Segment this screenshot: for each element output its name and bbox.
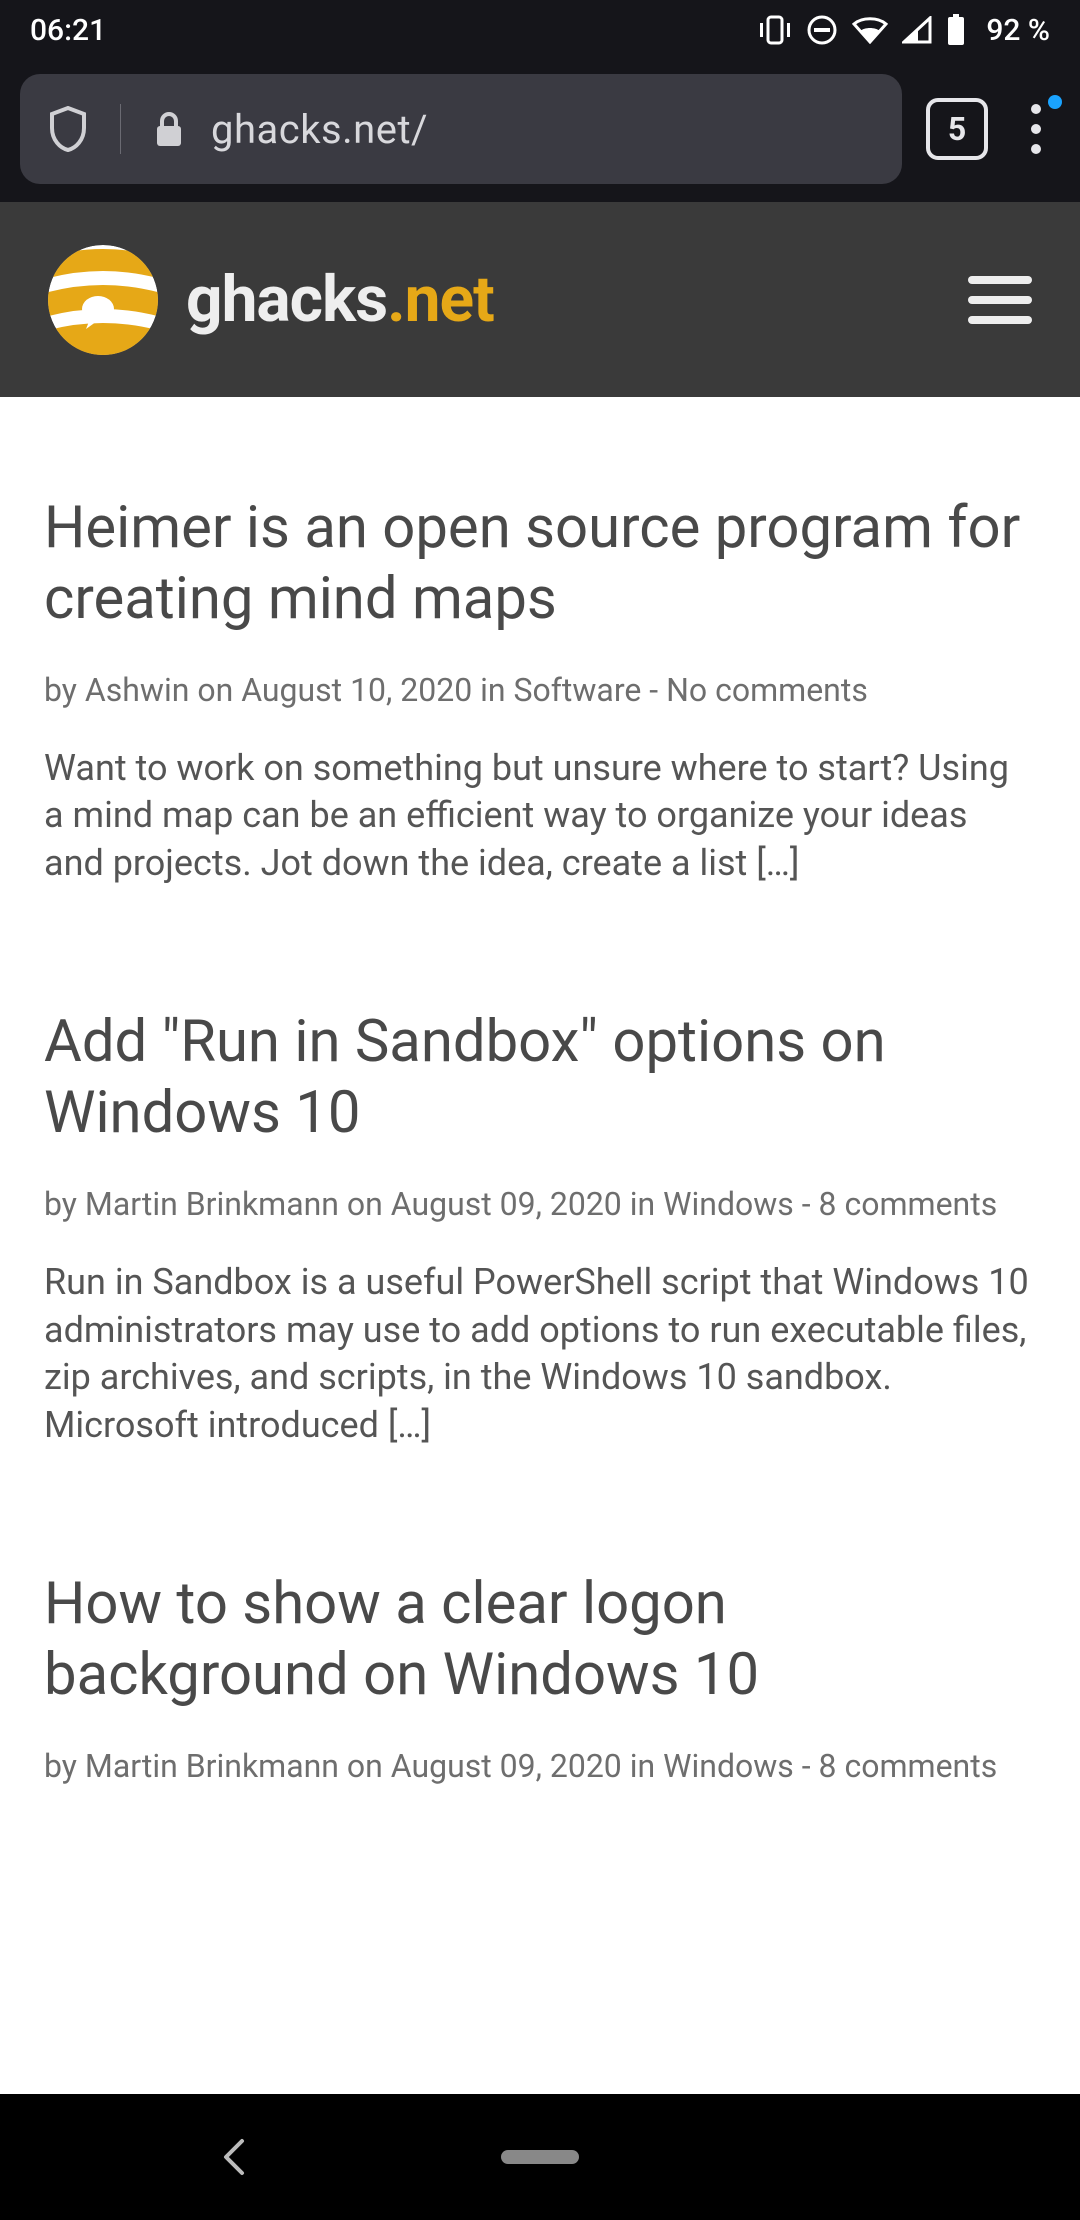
article-title[interactable]: Add "Run in Sandbox" options on Windows … — [44, 1007, 1036, 1149]
article-list: Heimer is an open source program for cre… — [0, 397, 1080, 2094]
site-title: ghacks.net — [186, 262, 494, 337]
status-bar: 06:21 92 % — [0, 0, 1080, 60]
battery-icon — [946, 14, 966, 46]
notification-badge — [1048, 95, 1062, 109]
wifi-icon — [852, 16, 888, 44]
site-header: ghacks.net — [0, 202, 1080, 397]
article-excerpt: Run in Sandbox is a useful PowerShell sc… — [44, 1259, 1036, 1449]
lock-icon — [153, 110, 185, 148]
back-button[interactable] — [220, 2137, 248, 2177]
article-title[interactable]: How to show a clear logon background on … — [44, 1569, 1036, 1711]
tab-count: 5 — [948, 110, 966, 148]
article-item: Add "Run in Sandbox" options on Windows … — [44, 887, 1036, 1449]
site-menu-button[interactable] — [968, 276, 1032, 324]
site-logo-icon — [48, 245, 158, 355]
article-meta: by Martin Brinkmann on August 09, 2020 i… — [44, 1181, 1036, 1227]
shield-icon[interactable] — [48, 106, 88, 152]
url-text: ghacks.net/ — [211, 106, 428, 153]
article-item: Heimer is an open source program for cre… — [44, 397, 1036, 887]
article-meta: by Ashwin on August 10, 2020 in Software… — [44, 667, 1036, 713]
address-bar[interactable]: ghacks.net/ — [20, 74, 902, 184]
article-title[interactable]: Heimer is an open source program for cre… — [44, 493, 1036, 635]
browser-toolbar: ghacks.net/ 5 — [0, 60, 1080, 202]
dnd-icon — [806, 14, 838, 46]
article-meta: by Martin Brinkmann on August 09, 2020 i… — [44, 1743, 1036, 1789]
battery-percent: 92 % — [986, 13, 1050, 48]
article-excerpt: Want to work on something but unsure whe… — [44, 745, 1036, 888]
system-nav-bar — [0, 2094, 1080, 2220]
home-pill[interactable] — [501, 2150, 579, 2164]
site-brand[interactable]: ghacks.net — [48, 245, 494, 355]
status-time: 06:21 — [30, 13, 106, 48]
tabs-button[interactable]: 5 — [926, 98, 988, 160]
article-item: How to show a clear logon background on … — [44, 1449, 1036, 1789]
browser-menu-button[interactable] — [1012, 93, 1060, 165]
status-icons: 92 % — [758, 13, 1050, 48]
vibrate-icon — [758, 15, 792, 45]
cell-signal-icon — [902, 16, 932, 44]
divider — [120, 104, 121, 154]
